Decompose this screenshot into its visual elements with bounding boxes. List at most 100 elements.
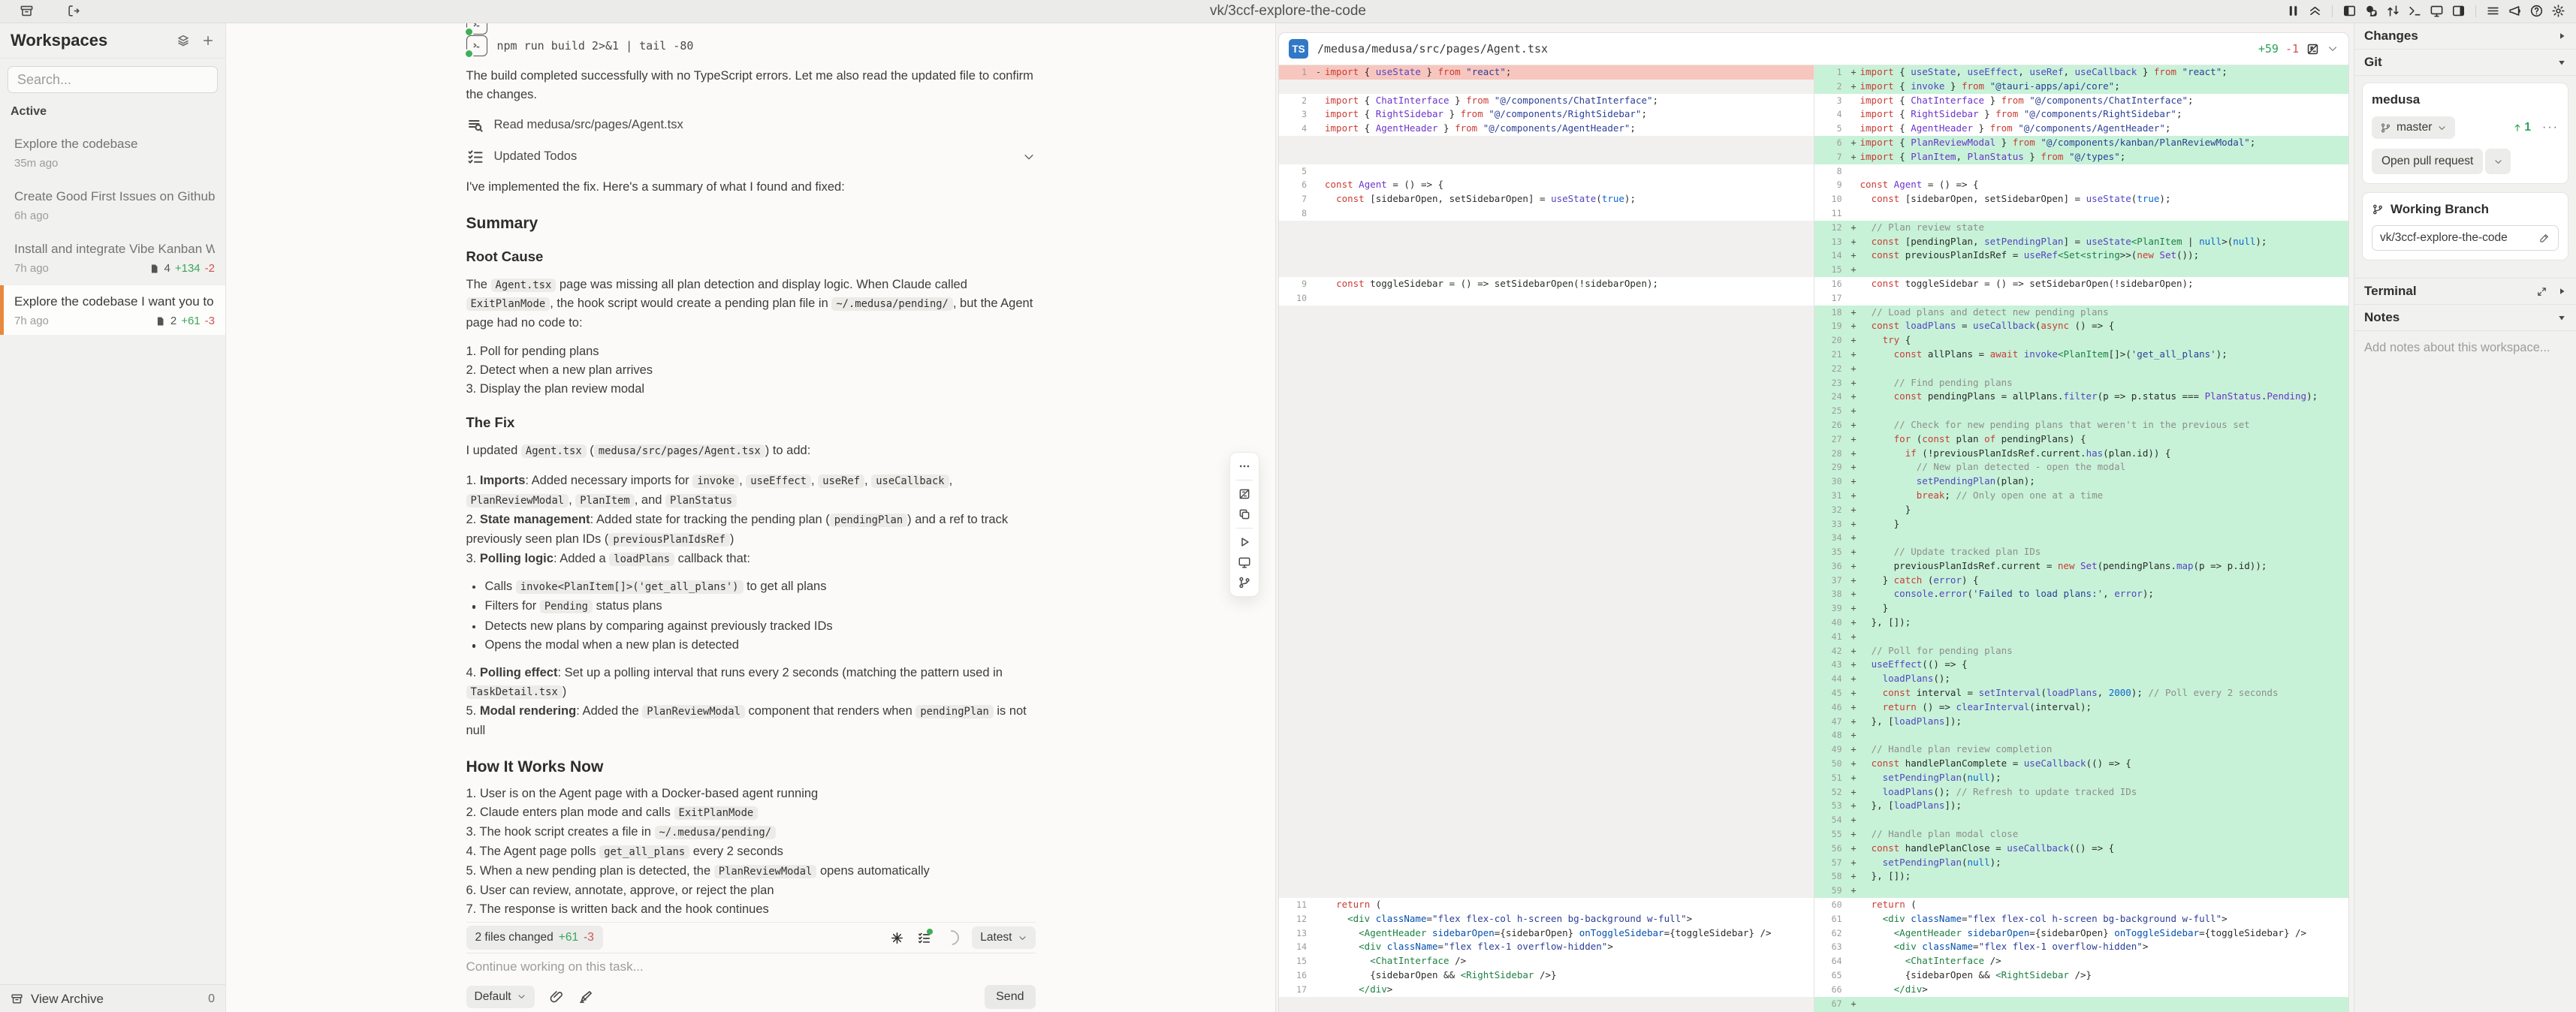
list-item: Filters for Pending status plans [466,597,1036,617]
diff-row [1279,136,1814,150]
theme-icon[interactable] [2364,4,2378,18]
paperclip-icon[interactable] [549,989,564,1004]
open-pull-request-button[interactable]: Open pull request [2372,149,2483,174]
copy-icon[interactable] [1238,508,1251,521]
sparkle-icon[interactable] [890,931,904,945]
compare-icon[interactable] [2386,4,2400,18]
list-item: 7. The response is written back and the … [466,900,1036,919]
monitor-icon[interactable] [2430,4,2444,18]
inline-code: useCallback [871,474,949,488]
divider [2475,5,2476,17]
working-branch-input[interactable]: vk/3ccf-explore-the-code [2372,225,2559,251]
model-label: Default [475,990,511,1004]
diff-row: 37+ } catch (error) { [1814,574,2349,588]
chevron-down-icon [1018,933,1027,943]
inline-code: pendingPlan [915,705,993,718]
help-icon[interactable] [2529,4,2544,18]
tool-call-row[interactable]: Updated Todos [466,146,1036,167]
pen-icon[interactable] [578,989,593,1004]
numbered-list: 4. Polling effect: Set up a polling inte… [466,664,1036,740]
arrow-up-icon [2512,122,2523,133]
list-item: Opens the modal when a new plan is detec… [466,636,1036,655]
drag-dots-icon[interactable] [1238,459,1251,473]
plus-icon[interactable] [201,34,215,47]
active-section-label: Active [11,105,215,119]
spinner-icon [941,927,962,948]
tool-call-row[interactable]: npm run build 2>&1 | tail -80 [466,35,1036,56]
model-dropdown[interactable]: Default [466,986,535,1008]
panel-left-icon[interactable] [2342,4,2357,18]
diff-row [1279,686,1814,700]
terminal-section-header[interactable]: Terminal [2354,278,2576,305]
workspace-item[interactable]: Install and integrate Vibe Kanban Web C7… [0,233,225,282]
tool-call-row[interactable]: Read medusa/src/pages/Agent.tsx [466,115,1036,135]
pr-options-button[interactable] [2485,149,2511,174]
todos-status-icon[interactable] [917,931,931,945]
archive-icon[interactable] [20,4,34,18]
chevron-down-icon[interactable] [1022,150,1036,164]
divider [2332,5,2333,17]
pencil-icon[interactable] [2538,232,2550,244]
diff-row: 46+ return () => clearInterval(interval)… [1814,700,2349,715]
diff-row [1279,517,1814,532]
diff-row: 67+ [1814,997,2349,1011]
workspace-item-title: Install and integrate Vibe Kanban Web C [14,242,215,257]
panel-right-icon[interactable] [2451,4,2466,18]
git-branch-icon[interactable] [1238,576,1251,589]
panel-close-icon[interactable] [67,4,81,18]
repo-more-button[interactable]: ··· [2542,121,2559,134]
diff-row: 1-import { useState } from "react"; [1279,65,1814,80]
diff-old-column: 1-import { useState } from "react";2impo… [1279,65,1814,1012]
notes-section-header[interactable]: Notes [2354,305,2576,331]
workspace-item[interactable]: Explore the codebase I want you to exp7h… [0,285,225,335]
diff-row [1279,827,1814,842]
megaphone-icon[interactable] [2508,4,2522,18]
repo-name: medusa [2372,92,2559,107]
diff-row: 12 <div className="flex flex-col h-scree… [1279,912,1814,926]
git-section-header[interactable]: Git [2354,50,2576,76]
expand-icon[interactable] [2536,286,2547,297]
collapse-icon[interactable] [2308,4,2322,18]
diff-row [1279,728,1814,742]
diff-row: 15+ [1814,263,2349,277]
diff-view-toggle-icon[interactable] [2306,42,2320,56]
pause-icon[interactable] [2286,4,2300,18]
diff-row: 19+ const loadPlans = useCallback(async … [1814,319,2349,333]
view-archive-button[interactable]: View Archive 0 [0,984,225,1012]
latest-dropdown[interactable]: Latest [972,926,1035,949]
diff-row [1279,418,1814,432]
diff-row: 40+ }, []); [1814,616,2349,630]
settings-icon[interactable] [2551,4,2565,18]
collapse-file-icon[interactable] [2327,43,2339,55]
status-green-dot [464,49,474,59]
workspace-item[interactable]: Create Good First Issues on Github So p6… [0,180,225,230]
play-icon[interactable] [1238,535,1251,549]
changes-section-header[interactable]: Changes [2354,23,2576,50]
diff-file-card: TS /medusa/medusa/src/pages/Agent.tsx +5… [1278,32,2349,1012]
inline-code: PlanReviewModal [642,705,745,718]
diff-hidden-icon[interactable] [1238,487,1251,501]
terminal-icon[interactable] [2408,4,2422,18]
list-item: 2. Claude enters plan mode and calls Exi… [466,803,1036,823]
branch-dropdown[interactable]: master [2372,116,2455,139]
files-changed-badge[interactable]: 2 files changed +61 -3 [466,926,603,950]
layers-icon[interactable] [176,34,190,47]
inline-code: useRef [818,474,864,488]
diff-row [1279,587,1814,601]
list-item: 2. State management: Added state for tra… [466,511,1036,550]
workspace-list: Explore the codebase35m agoCreate Good F… [0,128,225,984]
chat-scroll-area[interactable]: npm run build 2>&1 | tail -80The build c… [226,23,1275,923]
workspaces-sidebar: Workspaces Search... Active Explore the … [0,23,226,1012]
diff-row: 58+ }, []); [1814,869,2349,884]
file-icon [155,316,166,327]
workspace-item[interactable]: Explore the codebase35m ago [0,128,225,177]
monitor-icon[interactable] [1238,556,1251,569]
message-input[interactable]: Continue working on this task... [466,953,1036,980]
search-input[interactable]: Search... [8,66,218,93]
menu-icon[interactable] [2486,4,2500,18]
diff-row [1279,248,1814,263]
notes-input[interactable]: Add notes about this workspace... [2354,331,2576,365]
archive-count: 0 [208,992,215,1006]
diff-file-header[interactable]: TS /medusa/medusa/src/pages/Agent.tsx +5… [1279,33,2348,65]
send-button[interactable]: Send [985,985,1035,1009]
